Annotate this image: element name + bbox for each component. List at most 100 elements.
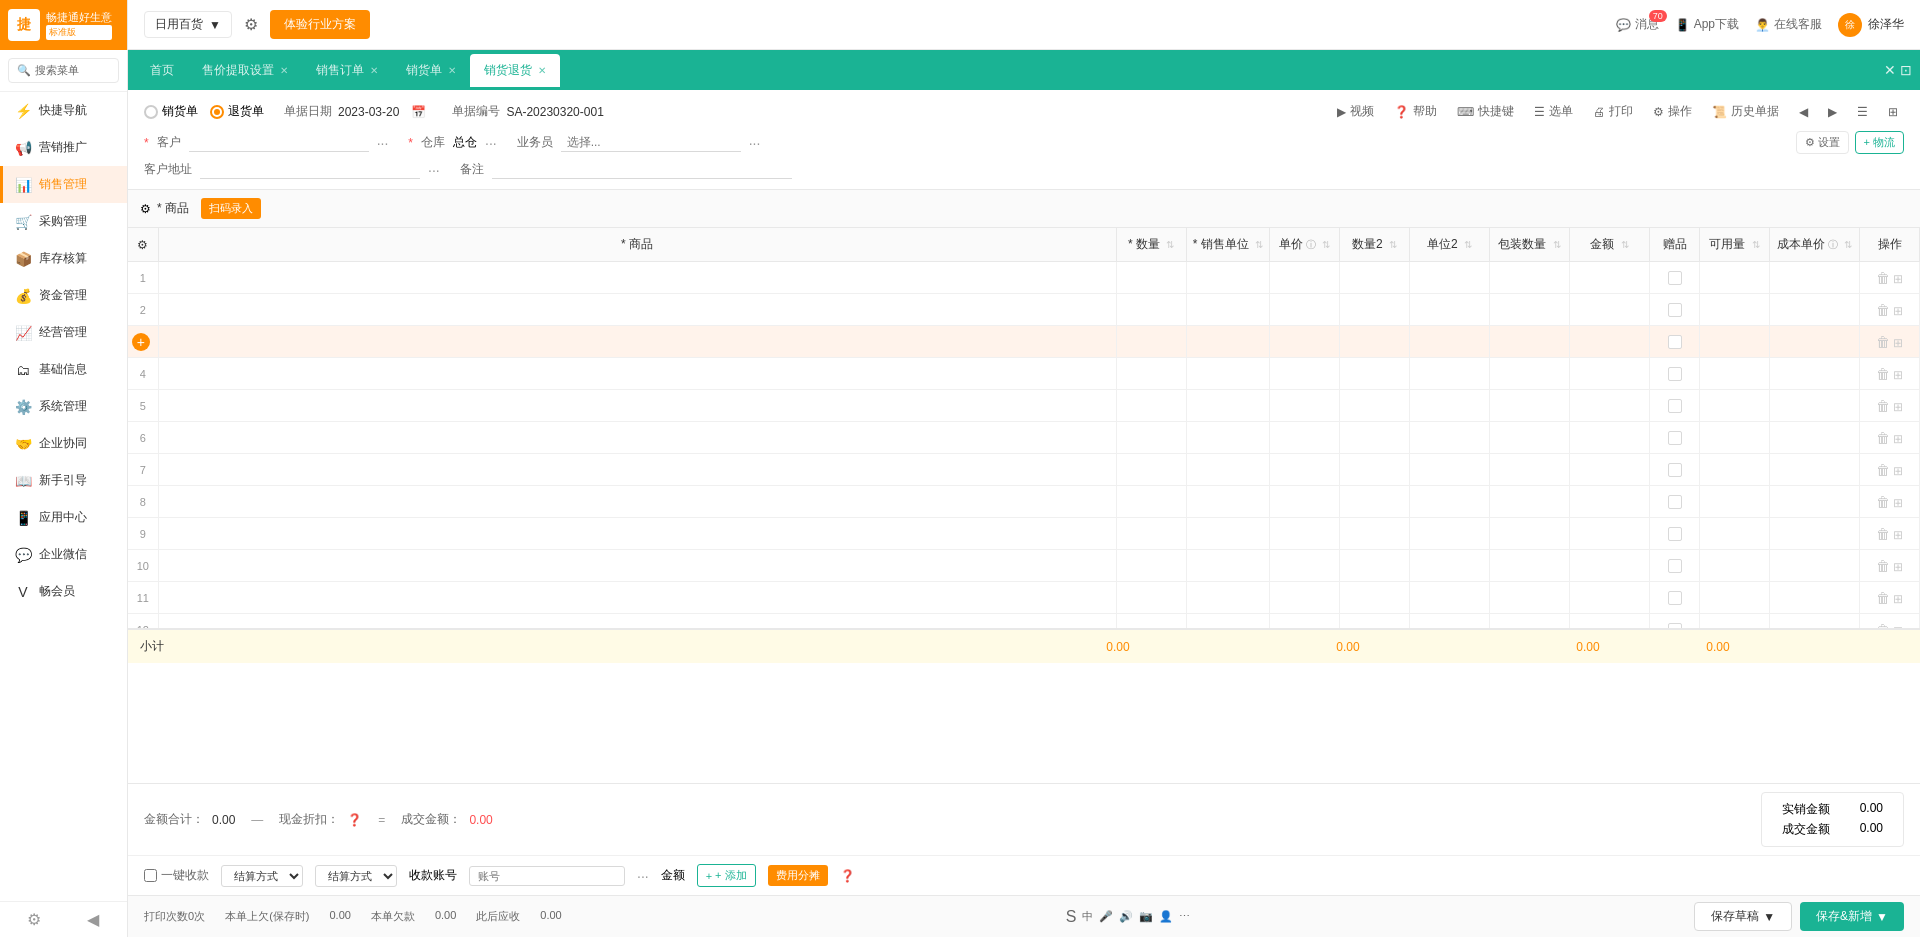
- row-qty-cell[interactable]: [1116, 326, 1186, 358]
- copy-row-button[interactable]: ⊞: [1893, 592, 1903, 606]
- row-avail-cell[interactable]: [1700, 390, 1770, 422]
- account-dots-button[interactable]: ···: [637, 868, 649, 884]
- delete-row-button[interactable]: 🗑: [1876, 462, 1890, 478]
- video-button[interactable]: ▶ 视频: [1331, 100, 1380, 123]
- row-pkgqty-cell[interactable]: [1490, 614, 1570, 629]
- sidebar-item-system[interactable]: ⚙️ 系统管理: [0, 388, 127, 425]
- tab-price-settings-close[interactable]: ✕: [280, 65, 288, 76]
- copy-row-button[interactable]: ⊞: [1893, 400, 1903, 414]
- row-unit-cell[interactable]: [1186, 294, 1269, 326]
- row-unit2-cell[interactable]: [1410, 422, 1490, 454]
- row-unit2-cell[interactable]: [1410, 550, 1490, 582]
- delete-row-button[interactable]: 🗑: [1876, 494, 1890, 510]
- gift-checkbox[interactable]: [1668, 271, 1682, 285]
- row-pkgqty-cell[interactable]: [1490, 518, 1570, 550]
- gift-checkbox[interactable]: [1668, 527, 1682, 541]
- salesperson-input[interactable]: [561, 133, 741, 152]
- tab-home[interactable]: 首页: [136, 54, 188, 87]
- row-avail-cell[interactable]: [1700, 518, 1770, 550]
- row-unit-cell[interactable]: [1186, 358, 1269, 390]
- row-product-cell[interactable]: [158, 294, 1116, 326]
- row-qty2-cell[interactable]: [1340, 454, 1410, 486]
- tab-price-settings[interactable]: 售价提取设置 ✕: [188, 54, 302, 87]
- row-price-cell[interactable]: [1270, 550, 1340, 582]
- row-amount-cell[interactable]: [1570, 550, 1650, 582]
- sidebar-item-member[interactable]: V 畅会员: [0, 573, 127, 610]
- copy-row-button[interactable]: ⊞: [1893, 368, 1903, 382]
- sidebar-item-enterprise[interactable]: 🤝 企业协同: [0, 425, 127, 462]
- delete-row-button[interactable]: 🗑: [1876, 526, 1890, 542]
- row-price-cell[interactable]: [1270, 326, 1340, 358]
- row-gift-cell[interactable]: [1650, 486, 1700, 518]
- row-product-cell[interactable]: [158, 582, 1116, 614]
- row-qty-cell[interactable]: [1116, 486, 1186, 518]
- row-product-cell[interactable]: [158, 326, 1116, 358]
- row-price-cell[interactable]: [1270, 486, 1340, 518]
- row-unit-cell[interactable]: [1186, 614, 1269, 629]
- search-menu-button[interactable]: 🔍 搜索菜单: [8, 58, 119, 83]
- delete-row-button[interactable]: 🗑: [1876, 334, 1890, 350]
- row-gift-cell[interactable]: [1650, 358, 1700, 390]
- nav-selector[interactable]: 日用百货 ▼: [144, 11, 232, 38]
- delete-row-button[interactable]: 🗑: [1876, 430, 1890, 446]
- row-qty2-cell[interactable]: [1340, 294, 1410, 326]
- copy-row-button[interactable]: ⊞: [1893, 464, 1903, 478]
- row-avail-cell[interactable]: [1700, 262, 1770, 294]
- sidebar-item-operations[interactable]: 📈 经营管理: [0, 314, 127, 351]
- row-unit2-cell[interactable]: [1410, 294, 1490, 326]
- sidebar-item-weixin[interactable]: 💬 企业微信: [0, 536, 127, 573]
- sidebar-item-marketing[interactable]: 📢 营销推广: [0, 129, 127, 166]
- sidebar-item-sales[interactable]: 📊 销售管理: [0, 166, 127, 203]
- row-pkgqty-cell[interactable]: [1490, 294, 1570, 326]
- row-unit2-cell[interactable]: [1410, 326, 1490, 358]
- shortcut-button[interactable]: ⌨ 快捷键: [1451, 100, 1520, 123]
- delete-row-button[interactable]: 🗑: [1876, 622, 1890, 629]
- tab-close-button[interactable]: ✕: [1884, 62, 1896, 78]
- row-gift-cell[interactable]: [1650, 582, 1700, 614]
- discount-help-icon[interactable]: ❓: [347, 813, 362, 827]
- row-qty-cell[interactable]: [1116, 582, 1186, 614]
- gift-checkbox[interactable]: [1668, 463, 1682, 477]
- customer-input[interactable]: [189, 133, 369, 152]
- copy-row-button[interactable]: ⊞: [1893, 496, 1903, 510]
- row-amount-cell[interactable]: [1570, 390, 1650, 422]
- row-pkgqty-cell[interactable]: [1490, 582, 1570, 614]
- sidebar-item-inventory[interactable]: 📦 库存核算: [0, 240, 127, 277]
- row-avail-cell[interactable]: [1700, 294, 1770, 326]
- row-unit-cell[interactable]: [1186, 550, 1269, 582]
- row-gift-cell[interactable]: [1650, 454, 1700, 486]
- address-dots-button[interactable]: ···: [428, 162, 440, 178]
- row-unit2-cell[interactable]: [1410, 262, 1490, 294]
- scan-input-button[interactable]: 扫码录入: [201, 198, 261, 219]
- row-unit2-cell[interactable]: [1410, 486, 1490, 518]
- row-qty2-cell[interactable]: [1340, 582, 1410, 614]
- settings-button[interactable]: ⚙ 设置: [1796, 131, 1849, 154]
- row-amount-cell[interactable]: [1570, 294, 1650, 326]
- save-new-button[interactable]: 保存&新增 ▼: [1800, 902, 1904, 931]
- row-unit2-cell[interactable]: [1410, 390, 1490, 422]
- tab-maximize-button[interactable]: ⊡: [1900, 62, 1912, 78]
- row-unit-cell[interactable]: [1186, 486, 1269, 518]
- row-qty-cell[interactable]: [1116, 518, 1186, 550]
- row-gift-cell[interactable]: [1650, 294, 1700, 326]
- nav-prev-button[interactable]: ◀: [1793, 102, 1814, 122]
- save-draft-button[interactable]: 保存草稿 ▼: [1694, 902, 1792, 931]
- delete-row-button[interactable]: 🗑: [1876, 398, 1890, 414]
- row-qty2-cell[interactable]: [1340, 358, 1410, 390]
- salesperson-dots-button[interactable]: ···: [749, 135, 761, 151]
- row-product-cell[interactable]: [158, 614, 1116, 629]
- row-unit2-cell[interactable]: [1410, 518, 1490, 550]
- sidebar-settings-button[interactable]: ⚙: [8, 910, 60, 929]
- gift-checkbox[interactable]: [1668, 559, 1682, 573]
- sidebar-item-guide[interactable]: 📖 新手引导: [0, 462, 127, 499]
- radio-delivery[interactable]: 销货单: [144, 103, 198, 120]
- delete-row-button[interactable]: 🗑: [1876, 366, 1890, 382]
- online-service-button[interactable]: 👨‍💼 在线客服: [1755, 16, 1822, 33]
- copy-row-button[interactable]: ⊞: [1893, 272, 1903, 286]
- print-button[interactable]: 🖨 打印: [1587, 100, 1639, 123]
- delete-row-button[interactable]: 🗑: [1876, 270, 1890, 286]
- tab-sales-delivery[interactable]: 销货单 ✕: [392, 54, 470, 87]
- row-avail-cell[interactable]: [1700, 422, 1770, 454]
- row-amount-cell[interactable]: [1570, 518, 1650, 550]
- row-qty-cell[interactable]: [1116, 294, 1186, 326]
